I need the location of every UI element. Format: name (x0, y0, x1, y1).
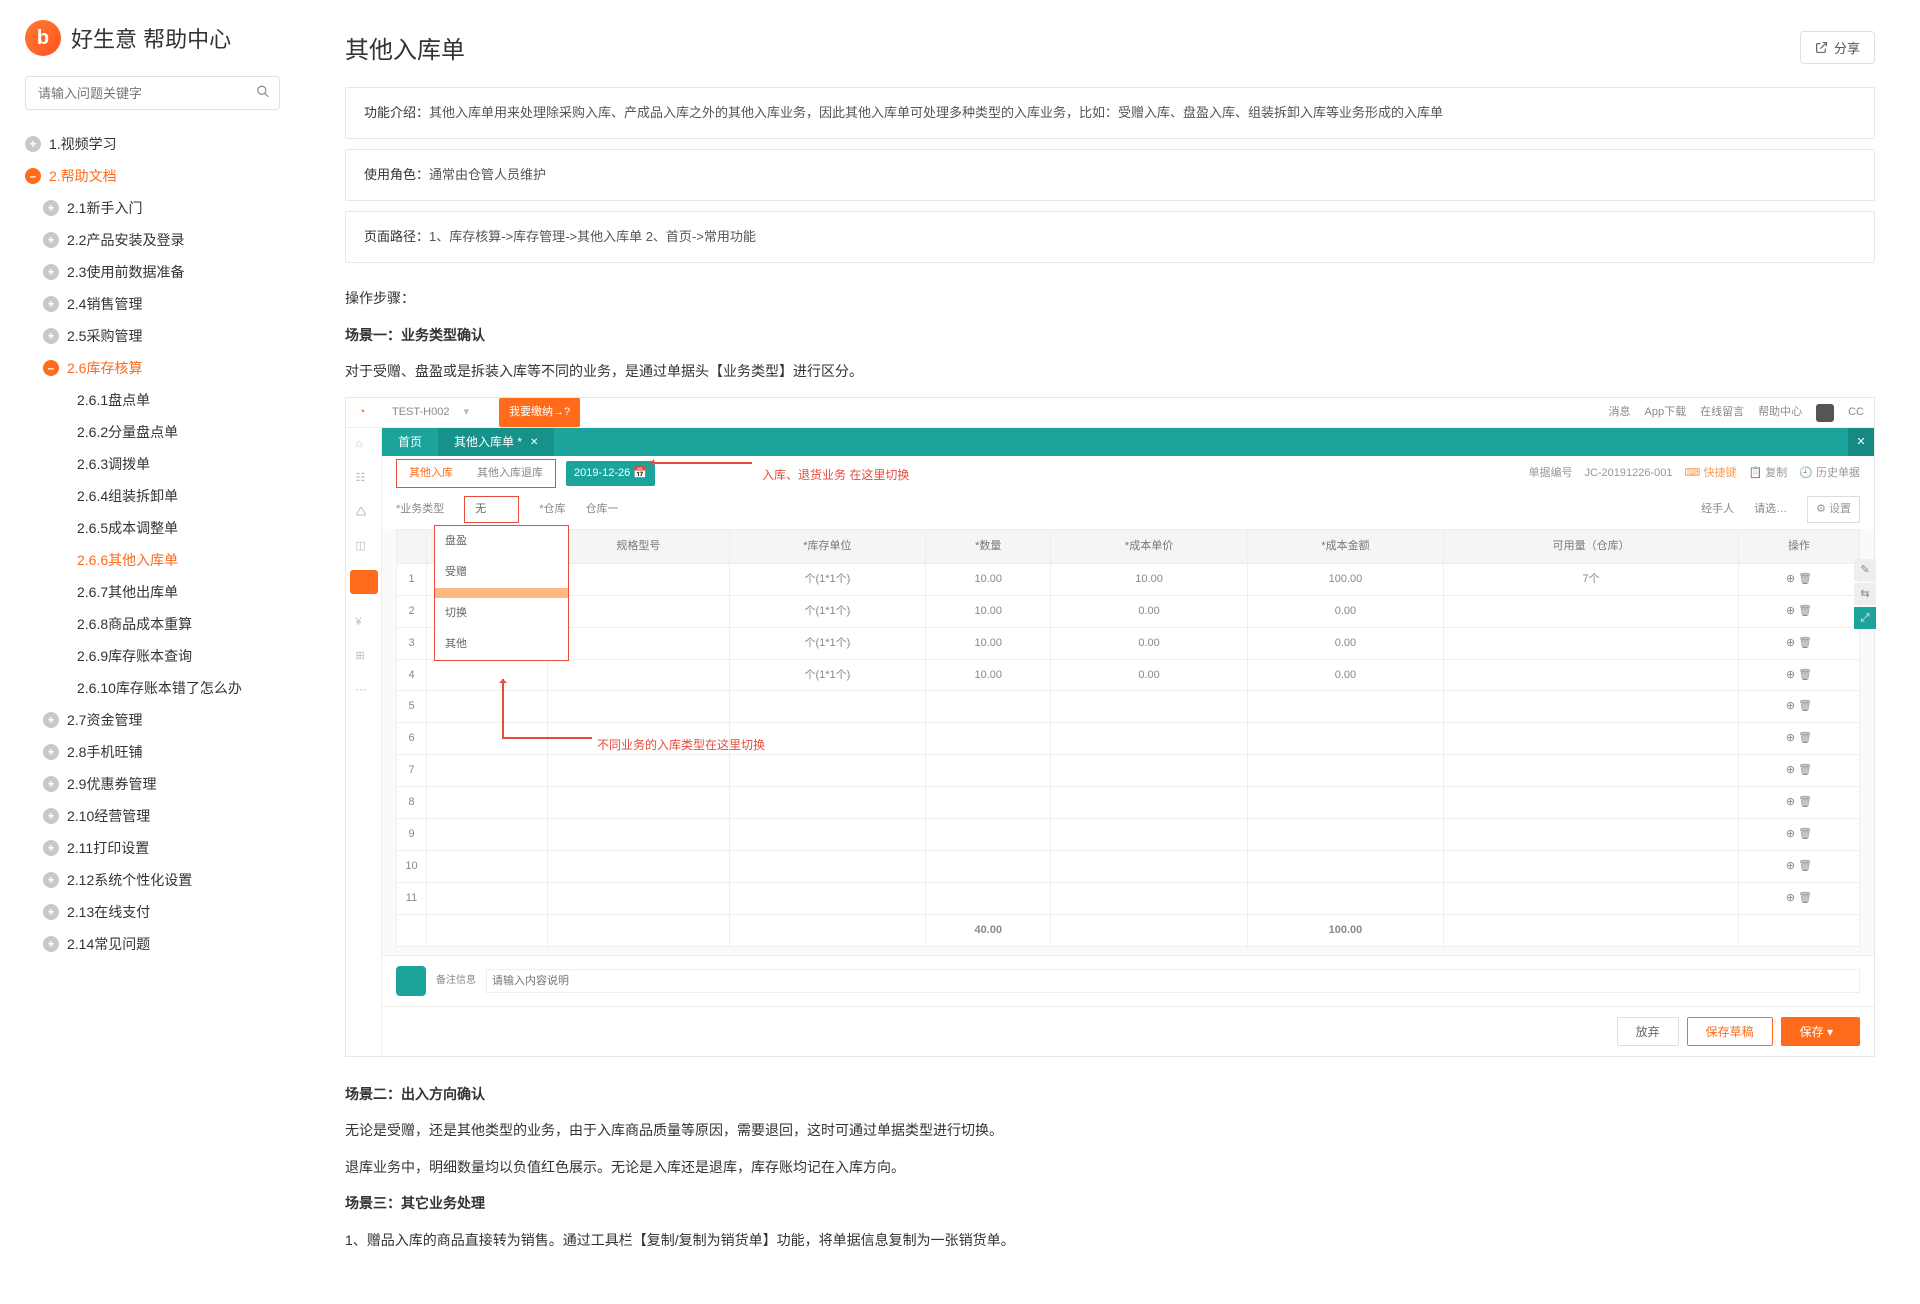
tab-home: 首页 (382, 428, 438, 456)
avatar-icon (1816, 404, 1834, 422)
scene3-p1: 1、赠品入库的商品直接转为销售。通过工具栏【复制/复制为销货单】功能，将单据信息… (345, 1227, 1875, 1254)
arrow-icon (502, 679, 592, 739)
tabs-close-icon: ✕ (1848, 428, 1874, 456)
shot-tabs: 首页 其他入库单 *✕ ✕ (382, 428, 1874, 456)
note-input (486, 969, 1860, 993)
article-body: 操作步骤： 场景一：业务类型确认 对于受赠、盘盈或是拆装入库等不同的业务，是通过… (345, 285, 1875, 1253)
nav-262[interactable]: 2.6.2分量盘点单 (25, 416, 280, 448)
home-icon: ⌂ (356, 434, 372, 450)
arrow-icon (652, 462, 752, 464)
more-icon: ⋯ (356, 680, 372, 696)
callout-1: 入库、退货业务 在这里切换 (762, 464, 909, 487)
nav-24[interactable]: +2.4销售管理 (25, 288, 280, 320)
info-path: 页面路径：1、库存核算->库存管理->其他入库单 2、首页->常用功能 (345, 211, 1875, 263)
shot-topbar: ◔ TEST-H002 ▾ 我要缴纳→? 消息 App下载 在线留言 帮助中心 … (346, 398, 1874, 428)
share-button[interactable]: 分享 (1800, 31, 1875, 64)
nav-269[interactable]: 2.6.9库存账本查询 (25, 640, 280, 672)
date-chip: 2019-12-26 📅 (566, 461, 655, 486)
nav-28[interactable]: +2.8手机旺铺 (25, 736, 280, 768)
info-intro: 功能介绍：其他入库单用来处理除采购入库、产成品入库之外的其他入库业务，因此其他入… (345, 87, 1875, 139)
shot-footer: 放弃 保存草稿 保存 ▾ (382, 1006, 1874, 1056)
shot-note-row: 备注信息 (382, 955, 1874, 1006)
sidebar: b 好生意 帮助中心 +1.视频学习 –2.帮助文档 +2.1新手入门 +2.2… (0, 0, 300, 1304)
nav-29[interactable]: +2.9优惠券管理 (25, 768, 280, 800)
nav-22[interactable]: +2.2产品安装及登录 (25, 224, 280, 256)
nav-264[interactable]: 2.6.4组装拆卸单 (25, 480, 280, 512)
save-button: 保存 ▾ (1781, 1017, 1860, 1046)
nav-263[interactable]: 2.6.3调拨单 (25, 448, 280, 480)
nav-211[interactable]: +2.11打印设置 (25, 832, 280, 864)
doc-icon: ☷ (356, 468, 372, 484)
search-icon[interactable] (256, 85, 270, 102)
scene3-title: 场景三：其它业务处理 (345, 1195, 485, 1211)
nav-sec1[interactable]: +1.视频学习 (25, 128, 280, 160)
search-input[interactable] (25, 76, 280, 110)
nav-27[interactable]: +2.7资金管理 (25, 704, 280, 736)
main-content: 其他入库单 分享 功能介绍：其他入库单用来处理除采购入库、产成品入库之外的其他入… (300, 0, 1920, 1304)
nav-267[interactable]: 2.6.7其他出库单 (25, 576, 280, 608)
nav-265[interactable]: 2.6.5成本调整单 (25, 512, 280, 544)
nav-268[interactable]: 2.6.8商品成本重算 (25, 608, 280, 640)
brand-row: b 好生意 帮助中心 (25, 20, 280, 56)
biztype-select: 无 (464, 496, 519, 523)
note-icon (396, 966, 426, 996)
scene1-text: 对于受赠、盘盈或是拆装入库等不同的业务，是通过单据头【业务类型】进行区分。 (345, 358, 1875, 385)
scene2-title: 场景二：出入方向确认 (345, 1086, 485, 1102)
brand-icon: b (25, 20, 61, 56)
biztype-dropdown: 盘盈 受赠 切换 其他 (434, 525, 569, 661)
steps-heading: 操作步骤： (345, 285, 1875, 312)
nav-210[interactable]: +2.10经营管理 (25, 800, 280, 832)
nav-26[interactable]: –2.6库存核算 (25, 352, 280, 384)
shot-upgrade-button: 我要缴纳→? (499, 398, 580, 427)
scene2-p1: 无论是受赠，还是其他类型的业务，由于入库商品质量等原因，需要退回，这时可通过单据… (345, 1117, 1875, 1144)
chart-icon: ⊞ (356, 646, 372, 662)
tab-doc: 其他入库单 *✕ (438, 428, 554, 456)
scene2-p2: 退库业务中，明细数量均以负值红色展示。无论是入库还是退库，库存账均记在入库方向。 (345, 1154, 1875, 1181)
nav-213[interactable]: +2.13在线支付 (25, 896, 280, 928)
search-box (25, 76, 280, 110)
shot-meta-row: 其他入库 其他入库退库 2019-12-26 📅 入库、退货业务 在这里切换 单… (382, 456, 1874, 490)
nav-214[interactable]: +2.14常见问题 (25, 928, 280, 960)
nav-212[interactable]: +2.12系统个性化设置 (25, 864, 280, 896)
discard-button: 放弃 (1617, 1017, 1679, 1046)
brand-title: 好生意 帮助中心 (71, 22, 231, 54)
box-icon: ◫ (356, 536, 372, 552)
stock-icon (350, 570, 378, 594)
scene1-title: 场景一：业务类型确认 (345, 327, 485, 343)
info-role: 使用角色：通常由仓管人员维护 (345, 149, 1875, 201)
share-icon (1815, 41, 1828, 54)
side-tools: ✎⇆⤢ (1854, 559, 1876, 629)
shot-left-rail: ⌂ ☷ 🛆 ◫ ¥ ⊞ ⋯ (346, 428, 382, 1055)
shot-top-links: 消息 App下载 在线留言 帮助中心 CC (1609, 402, 1874, 423)
nav-tree: +1.视频学习 –2.帮助文档 +2.1新手入门 +2.2产品安装及登录 +2.… (25, 128, 280, 960)
nav-266[interactable]: 2.6.6其他入库单 (25, 544, 280, 576)
nav-2610[interactable]: 2.6.10库存账本错了怎么办 (25, 672, 280, 704)
page-title: 其他入库单 (345, 30, 465, 65)
draft-button: 保存草稿 (1687, 1017, 1773, 1046)
screenshot-1: ◔ TEST-H002 ▾ 我要缴纳→? 消息 App下载 在线留言 帮助中心 … (345, 397, 1875, 1056)
callout-2: 不同业务的入库类型在这里切换 (597, 734, 765, 757)
nav-25[interactable]: +2.5采购管理 (25, 320, 280, 352)
shot-filters: *业务类型 无 *仓库仓库一 经手人请选… ⚙ 设置 (382, 490, 1874, 529)
shot-logo-icon: ◔ (346, 402, 378, 423)
type-switch: 其他入库 其他入库退库 (396, 459, 556, 488)
cart-icon: 🛆 (356, 502, 372, 518)
nav-23[interactable]: +2.3使用前数据准备 (25, 256, 280, 288)
nav-sec2[interactable]: –2.帮助文档 (25, 160, 280, 192)
shot-account: TEST-H002 (378, 402, 463, 423)
nav-21[interactable]: +2.1新手入门 (25, 192, 280, 224)
money-icon: ¥ (356, 612, 372, 628)
nav-261[interactable]: 2.6.1盘点单 (25, 384, 280, 416)
